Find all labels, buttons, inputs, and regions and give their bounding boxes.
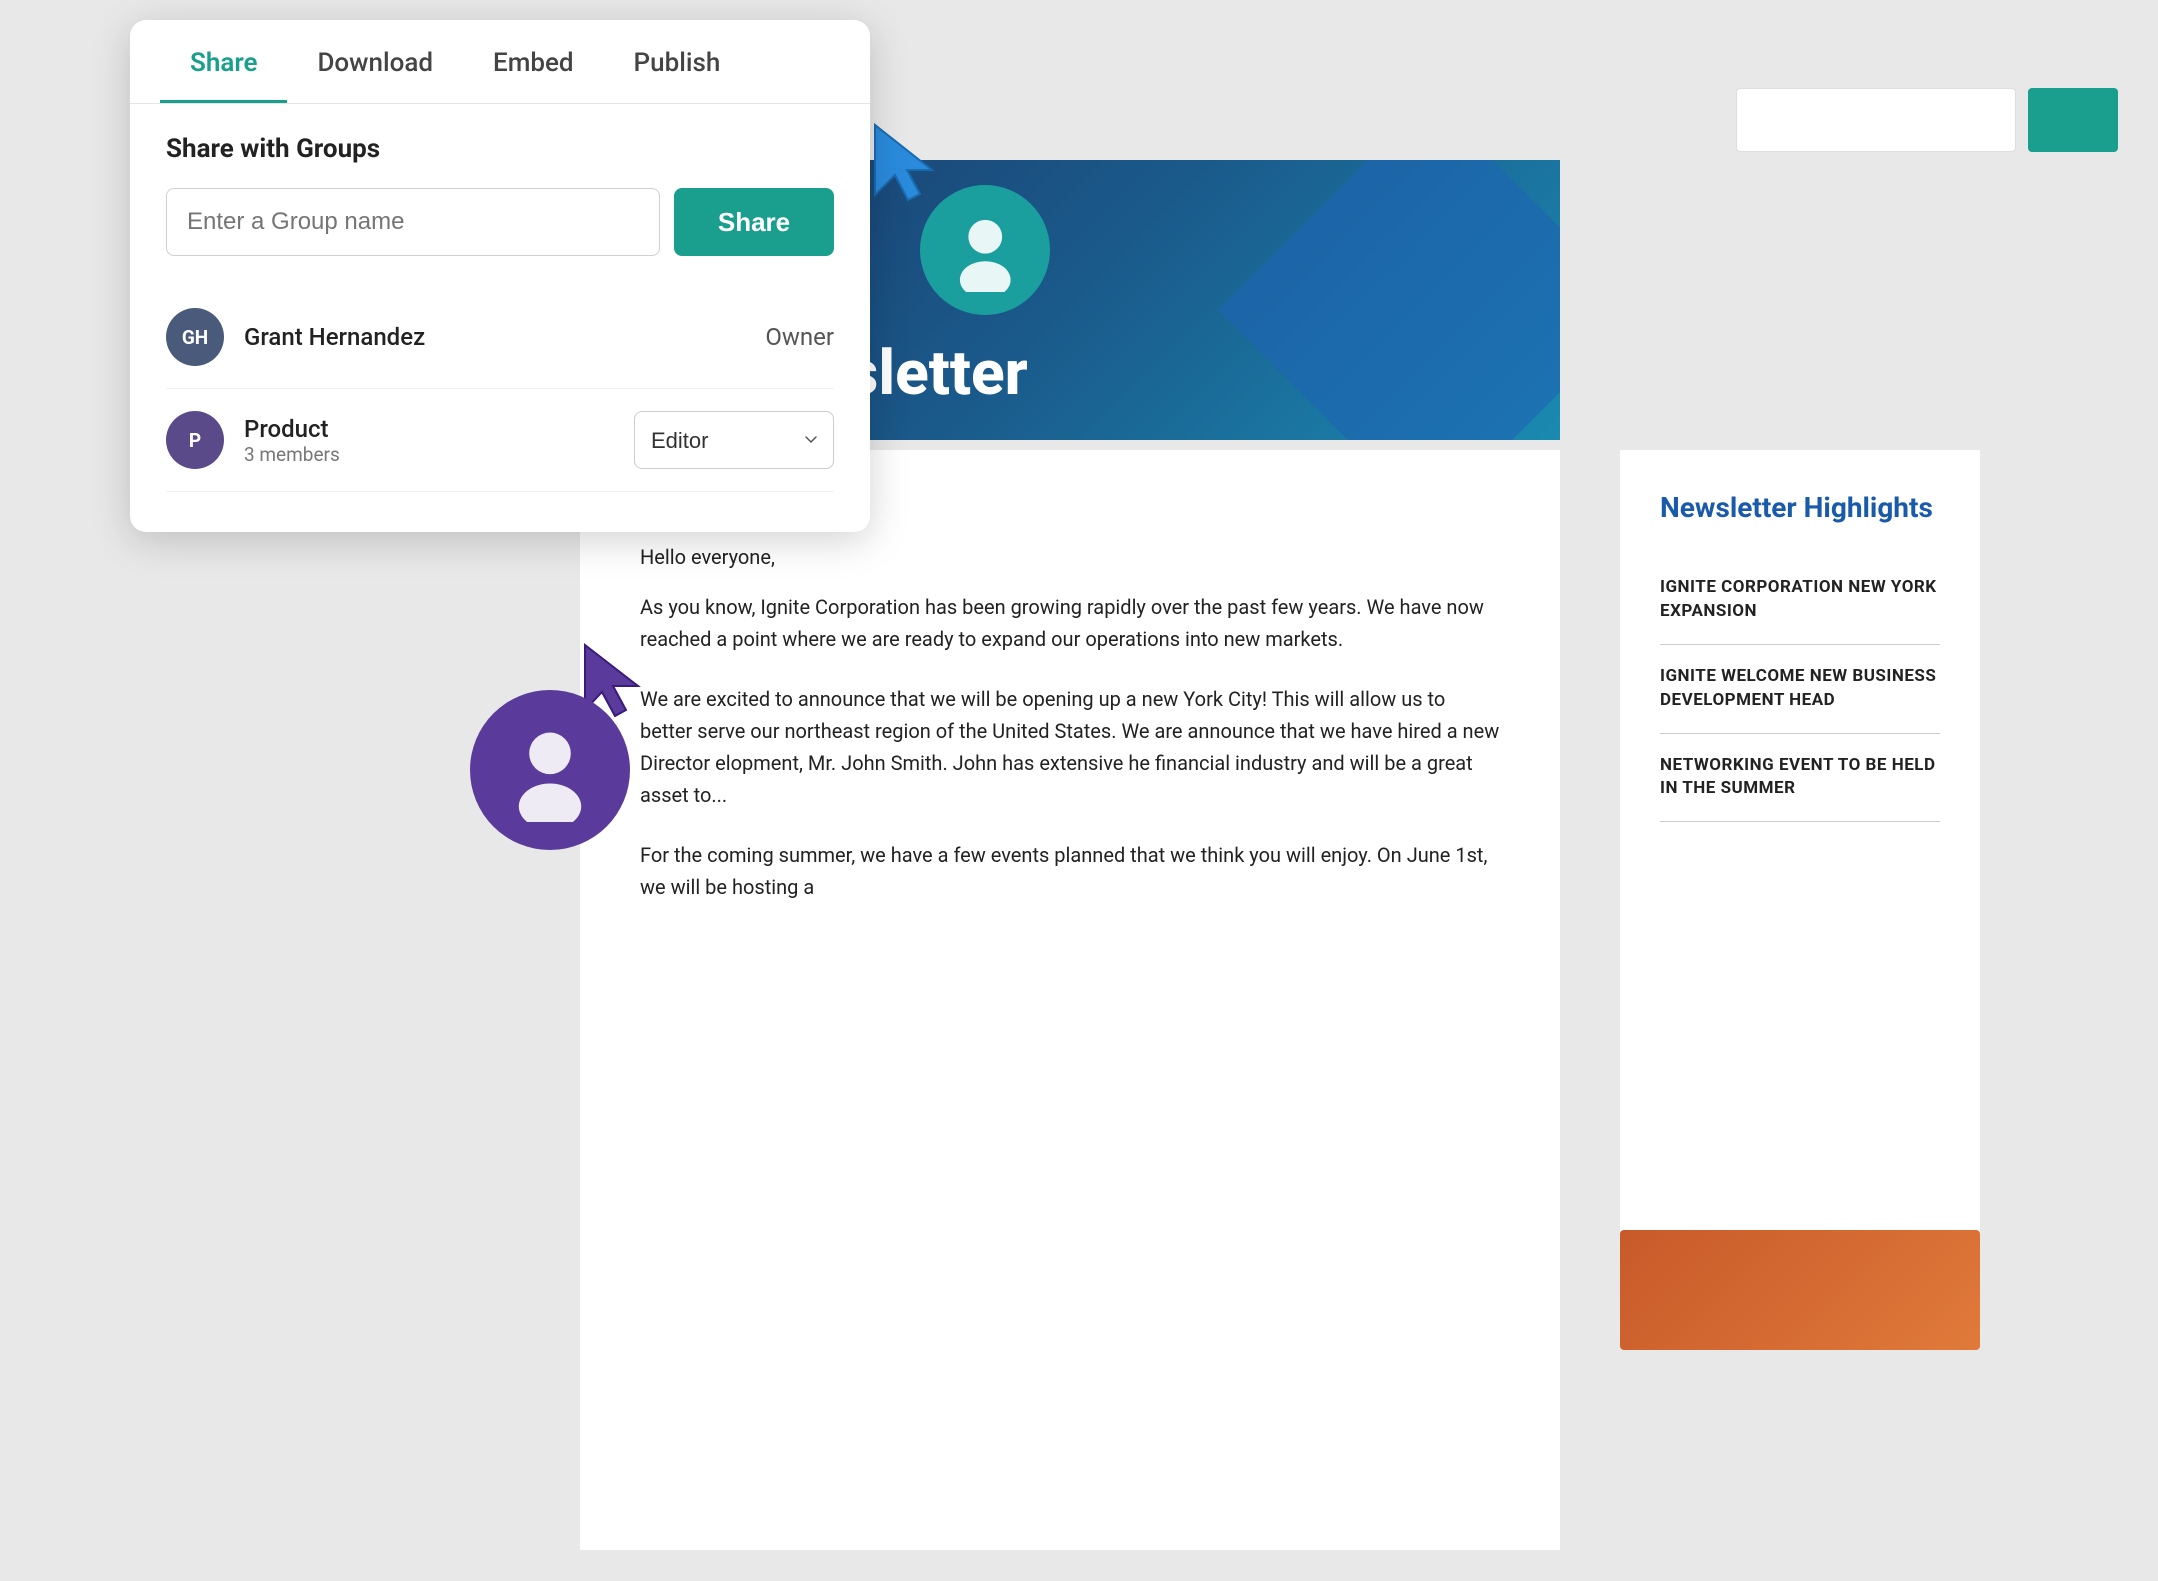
avatar-grant: GH (166, 308, 224, 366)
share-modal: Share Download Embed Publish Share with … (130, 20, 870, 532)
user-row-grant: GH Grant Hernandez Owner (166, 286, 834, 389)
tab-download[interactable]: Download (287, 20, 463, 103)
avatar-grant-initials: GH (182, 326, 208, 349)
user-name-grant: Grant Hernandez (244, 323, 765, 351)
tab-embed[interactable]: Embed (463, 20, 604, 103)
top-right-input[interactable] (1736, 88, 2016, 152)
newsletter-para-3: For the coming summer, we have a few eve… (640, 839, 1500, 903)
sidebar-item-3: NETWORKING EVENT TO BE HELD IN THE SUMME… (1660, 734, 1940, 823)
user-info-product: Product 3 members (244, 415, 634, 466)
newsletter-image (1620, 1230, 1980, 1350)
user-sub-product: 3 members (244, 443, 634, 466)
user-info-grant: Grant Hernandez (244, 323, 765, 351)
user-name-product: Product (244, 415, 634, 443)
avatar-purple (470, 690, 630, 850)
cursor-blue-arrow (870, 120, 940, 205)
owner-label: Owner (765, 323, 834, 351)
share-input-row: Share (166, 188, 834, 256)
sidebar-item-text-2: IGNITE WELCOME NEW BUSINESS DEVELOPMENT … (1660, 665, 1940, 713)
sidebar-item-2: IGNITE WELCOME NEW BUSINESS DEVELOPMENT … (1660, 645, 1940, 734)
avatar-product: P (166, 411, 224, 469)
newsletter-body: March 21, 2027 Hello everyone, As you kn… (580, 450, 1560, 1550)
avatar-teal (920, 185, 1050, 315)
sidebar-item-text-1: IGNITE CORPORATION NEW YORK EXPANSION (1660, 576, 1940, 624)
top-right-button[interactable] (2028, 88, 2118, 152)
sidebar-item-text-3: NETWORKING EVENT TO BE HELD IN THE SUMME… (1660, 754, 1940, 802)
group-name-input[interactable] (166, 188, 660, 256)
sidebar-item-1: IGNITE CORPORATION NEW YORK EXPANSION (1660, 556, 1940, 645)
tab-share[interactable]: Share (160, 20, 287, 103)
newsletter-sidebar: Newsletter Highlights IGNITE CORPORATION… (1620, 450, 1980, 1250)
avatar-product-initials: P (189, 429, 201, 452)
tab-publish[interactable]: Publish (604, 20, 751, 103)
share-body: Share with Groups Share GH Grant Hernand… (130, 134, 870, 492)
user-row-product: P Product 3 members Editor Viewer Admin (166, 389, 834, 492)
newsletter-para-1: As you know, Ignite Corporation has been… (640, 591, 1500, 655)
share-button[interactable]: Share (674, 188, 834, 256)
modal-tabs: Share Download Embed Publish (130, 20, 870, 104)
role-select-product[interactable]: Editor Viewer Admin (634, 411, 834, 469)
newsletter-para-2: We are excited to announce that we will … (640, 683, 1500, 811)
top-right-bar (1458, 60, 2158, 180)
newsletter-greeting: Hello everyone, (640, 545, 1500, 569)
sidebar-highlights-title: Newsletter Highlights (1660, 490, 1940, 526)
share-section-title: Share with Groups (166, 134, 834, 164)
